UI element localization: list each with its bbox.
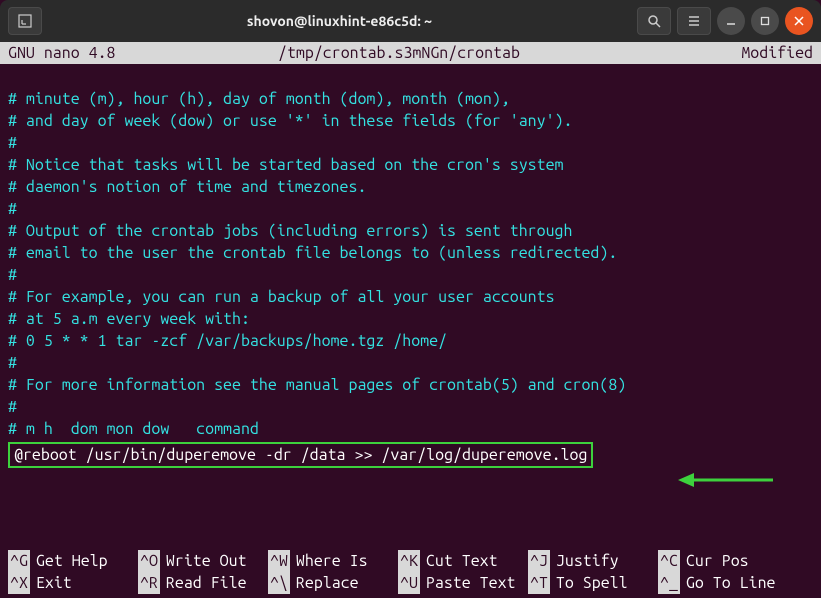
minimize-button[interactable]	[717, 7, 745, 35]
editor-line: #	[8, 266, 17, 284]
hamburger-icon	[687, 14, 701, 28]
close-button[interactable]	[785, 7, 813, 35]
shortcut-get-help[interactable]: ^GGet Help	[8, 550, 138, 572]
search-icon	[647, 14, 661, 28]
shortcut-justify[interactable]: ^JJustify	[528, 550, 658, 572]
editor-line: # minute (m), hour (h), day of month (do…	[8, 90, 510, 108]
editor-line: #	[8, 200, 17, 218]
shortcut-to-spell[interactable]: ^TTo Spell	[528, 572, 658, 594]
new-tab-button[interactable]	[8, 7, 42, 35]
editor-content[interactable]: # minute (m), hour (h), day of month (do…	[0, 64, 821, 492]
shortcut-write-out[interactable]: ^OWrite Out	[138, 550, 268, 572]
shortcut-go-to-line[interactable]: ^_Go To Line	[658, 572, 788, 594]
menu-button[interactable]	[677, 7, 711, 35]
editor-line: # Output of the crontab jobs (including …	[8, 222, 572, 240]
shortcut-read-file[interactable]: ^RRead File	[138, 572, 268, 594]
shortcut-paste-text[interactable]: ^UPaste Text	[398, 572, 528, 594]
shortcut-row: ^XExit ^RRead File ^\Replace ^UPaste Tex…	[8, 572, 813, 594]
annotation-arrow-icon	[678, 470, 778, 490]
nano-filename: /tmp/crontab.s3mNGn/crontab	[278, 44, 723, 62]
shortcut-row: ^GGet Help ^OWrite Out ^WWhere Is ^KCut …	[8, 550, 813, 572]
nano-shortcuts: ^GGet Help ^OWrite Out ^WWhere Is ^KCut …	[8, 550, 813, 594]
window-titlebar: shovon@linuxhint-e86c5d: ~	[0, 0, 821, 42]
editor-line: # daemon's notion of time and timezones.	[8, 178, 366, 196]
maximize-icon	[760, 16, 770, 26]
editor-line: #	[8, 134, 17, 152]
editor-line: # email to the user the crontab file bel…	[8, 244, 617, 262]
maximize-button[interactable]	[751, 7, 779, 35]
editor-line: # For example, you can run a backup of a…	[8, 288, 555, 306]
search-button[interactable]	[637, 7, 671, 35]
window-title: shovon@linuxhint-e86c5d: ~	[48, 13, 631, 29]
editor-line: #	[8, 354, 17, 372]
shortcut-exit[interactable]: ^XExit	[8, 572, 138, 594]
nano-status: Modified	[723, 44, 813, 62]
nano-version: GNU nano 4.8	[8, 44, 278, 62]
editor-line: # For more information see the manual pa…	[8, 376, 626, 394]
editor-line: # m h dom mon dow command	[8, 420, 259, 438]
close-icon	[794, 16, 804, 26]
shortcut-cur-pos[interactable]: ^CCur Pos	[658, 550, 788, 572]
shortcut-cut-text[interactable]: ^KCut Text	[398, 550, 528, 572]
terminal-area[interactable]: GNU nano 4.8 /tmp/crontab.s3mNGn/crontab…	[0, 42, 821, 598]
shortcut-replace[interactable]: ^\Replace	[268, 572, 398, 594]
nano-header-bar: GNU nano 4.8 /tmp/crontab.s3mNGn/crontab…	[0, 42, 821, 64]
editor-line: # Notice that tasks will be started base…	[8, 156, 564, 174]
editor-line: #	[8, 398, 17, 416]
cron-entry-highlighted: @reboot /usr/bin/duperemove -dr /data >>…	[8, 442, 593, 468]
editor-line: # 0 5 * * 1 tar -zcf /var/backups/home.t…	[8, 332, 447, 350]
shortcut-where-is[interactable]: ^WWhere Is	[268, 550, 398, 572]
minimize-icon	[726, 16, 736, 26]
editor-line: # at 5 a.m every week with:	[8, 310, 250, 328]
editor-line: # and day of week (dow) or use '*' in th…	[8, 112, 572, 130]
